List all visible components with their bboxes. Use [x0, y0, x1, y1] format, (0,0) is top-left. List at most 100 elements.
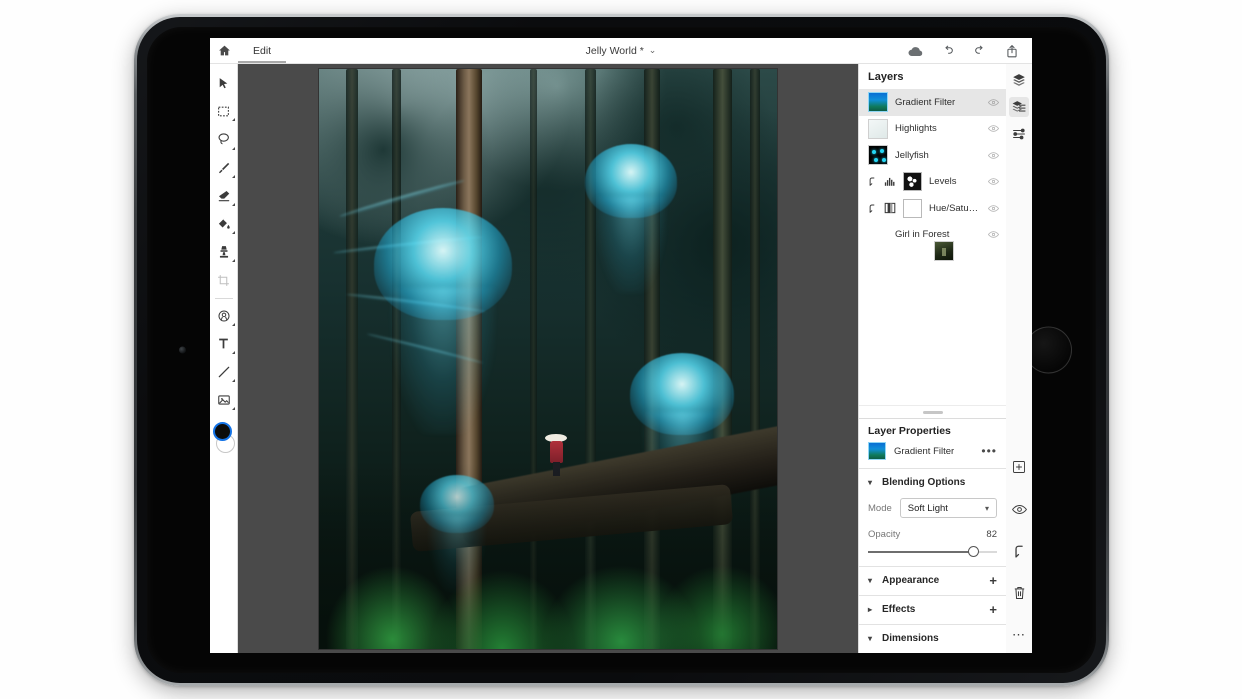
tool-expand-caret-icon [231, 231, 235, 235]
section-blending-options-header[interactable]: ▾ Blending Options [868, 477, 997, 488]
more-options-icon[interactable]: ••• [981, 445, 997, 457]
layer-thumbnail[interactable] [933, 241, 954, 262]
document-title[interactable]: Jelly World * [586, 45, 644, 57]
clip-to-layer-icon [868, 177, 876, 187]
section-blending-options: ▾ Blending Options Mode Soft Light ▾ Opa… [859, 468, 1006, 566]
chevron-down-icon[interactable]: ⌄ [649, 45, 657, 56]
tool-expand-caret-icon [231, 118, 235, 122]
add-icon[interactable]: + [989, 603, 997, 616]
canvas-girl-shirt [550, 440, 563, 463]
cloud-sync-icon[interactable] [908, 43, 923, 58]
place-image-tool[interactable] [211, 386, 237, 414]
front-camera-icon [179, 346, 186, 354]
chevron-down-icon: ▾ [868, 576, 873, 585]
layer-properties-icon[interactable] [1009, 97, 1029, 117]
line-tool[interactable] [211, 358, 237, 386]
dodge-tool[interactable] [211, 302, 237, 330]
section-effects-header[interactable]: ▸ Effects + [868, 603, 997, 616]
brush-tool[interactable] [211, 154, 237, 182]
tool-expand-caret-icon [231, 259, 235, 263]
marquee-tool[interactable] [211, 97, 237, 125]
layer-row-jellyfish[interactable]: Jellyfish [859, 142, 1006, 169]
foreground-color-swatch[interactable] [212, 422, 232, 442]
layers-panel-title: Layers [859, 64, 1006, 89]
color-swatches[interactable] [211, 420, 237, 460]
visibility-icon[interactable] [988, 177, 999, 186]
visibility-icon[interactable] [988, 204, 999, 213]
undo-icon[interactable] [940, 43, 955, 58]
chevron-down-icon: ▾ [868, 478, 873, 487]
delete-layer-icon[interactable] [1009, 583, 1029, 603]
top-bar: Edit Jelly World * ⌄ [210, 38, 1032, 64]
lasso-tool[interactable] [211, 125, 237, 153]
section-appearance[interactable]: ▾ Appearance + [859, 566, 1006, 595]
layer-name: Hue/Saturati... [929, 202, 981, 214]
layer-properties-title: Layer Properties [868, 425, 951, 437]
visibility-icon[interactable] [988, 124, 999, 133]
hue-saturation-icon[interactable] [883, 202, 896, 215]
section-effects[interactable]: ▸ Effects + [859, 595, 1006, 624]
layers-panel-icon[interactable] [1009, 70, 1029, 90]
tab-edit[interactable]: Edit [238, 38, 287, 63]
tools-toolbar [210, 64, 238, 653]
workspace: Layers Gradient Filter Highlights Jellyf… [210, 64, 1032, 653]
top-bar-actions [908, 38, 1032, 63]
more-options-icon[interactable]: ⋯ [1009, 625, 1029, 645]
tool-expand-caret-icon [231, 202, 235, 206]
visibility-icon[interactable] [988, 230, 999, 239]
tool-expand-caret-icon [231, 322, 235, 326]
add-icon[interactable]: + [989, 574, 997, 587]
chevron-down-icon: ▾ [868, 634, 873, 643]
layer-row-gradient-filter[interactable]: Gradient Filter [859, 89, 1006, 116]
canvas-ferns [319, 462, 777, 649]
layer-mask-thumbnail[interactable] [903, 172, 922, 192]
section-dimensions[interactable]: ▾ Dimensions [859, 624, 1006, 653]
layer-row-highlights[interactable]: Highlights [859, 116, 1006, 143]
redo-icon[interactable] [972, 43, 987, 58]
visibility-icon[interactable] [1009, 499, 1029, 519]
clip-to-layer-icon[interactable] [1009, 541, 1029, 561]
visibility-icon[interactable] [988, 98, 999, 107]
layer-thumbnail[interactable] [868, 118, 888, 139]
section-appearance-label: Appearance [882, 575, 940, 586]
adjustments-icon[interactable] [1009, 124, 1029, 144]
levels-icon[interactable] [883, 175, 896, 188]
layer-mask-thumbnail[interactable] [903, 198, 922, 218]
opacity-label: Opacity [868, 529, 901, 540]
clone-stamp-tool[interactable] [211, 238, 237, 266]
opacity-value[interactable]: 82 [986, 529, 997, 540]
add-layer-icon[interactable] [1009, 457, 1029, 477]
layer-properties-current-layer: Gradient Filter ••• [859, 440, 1006, 468]
layers-list: Gradient Filter Highlights Jellyfish Lev… [859, 89, 1006, 262]
layer-name: Levels [929, 176, 957, 188]
canvas-area[interactable] [238, 64, 858, 653]
crop-tool[interactable] [211, 266, 237, 294]
tool-expand-caret-icon [231, 174, 235, 178]
home-button[interactable] [1025, 326, 1072, 374]
opacity-slider-handle[interactable] [968, 546, 980, 557]
layer-row-levels[interactable]: Levels [859, 169, 1006, 196]
share-icon[interactable] [1004, 43, 1019, 58]
eraser-tool[interactable] [211, 182, 237, 210]
move-tool[interactable] [211, 69, 237, 97]
tool-expand-caret-icon [231, 350, 235, 354]
layer-name: Jellyfish [895, 149, 929, 161]
opacity-slider[interactable] [868, 546, 997, 557]
layer-thumbnail[interactable] [868, 145, 888, 166]
type-tool[interactable] [211, 330, 237, 358]
layer-thumbnail[interactable] [868, 92, 888, 113]
section-appearance-header[interactable]: ▾ Appearance + [868, 574, 997, 587]
blend-mode-select[interactable]: Soft Light ▾ [899, 498, 997, 518]
layer-name: Highlights [895, 123, 937, 135]
layer-name: Gradient Filter [895, 96, 956, 108]
home-icon[interactable] [210, 38, 238, 63]
paint-bucket-tool[interactable] [211, 210, 237, 238]
panel-resize-handle[interactable] [859, 405, 1006, 418]
layers-list-empty-space [859, 248, 1006, 405]
chevron-down-icon: ▾ [984, 503, 989, 513]
layer-row-girl-in-forest[interactable]: Girl in Forest [859, 222, 1006, 262]
artboard[interactable] [319, 68, 777, 649]
section-dimensions-header[interactable]: ▾ Dimensions [868, 633, 997, 644]
visibility-icon[interactable] [988, 151, 999, 160]
layer-row-hue-saturation[interactable]: Hue/Saturati... [859, 195, 1006, 222]
